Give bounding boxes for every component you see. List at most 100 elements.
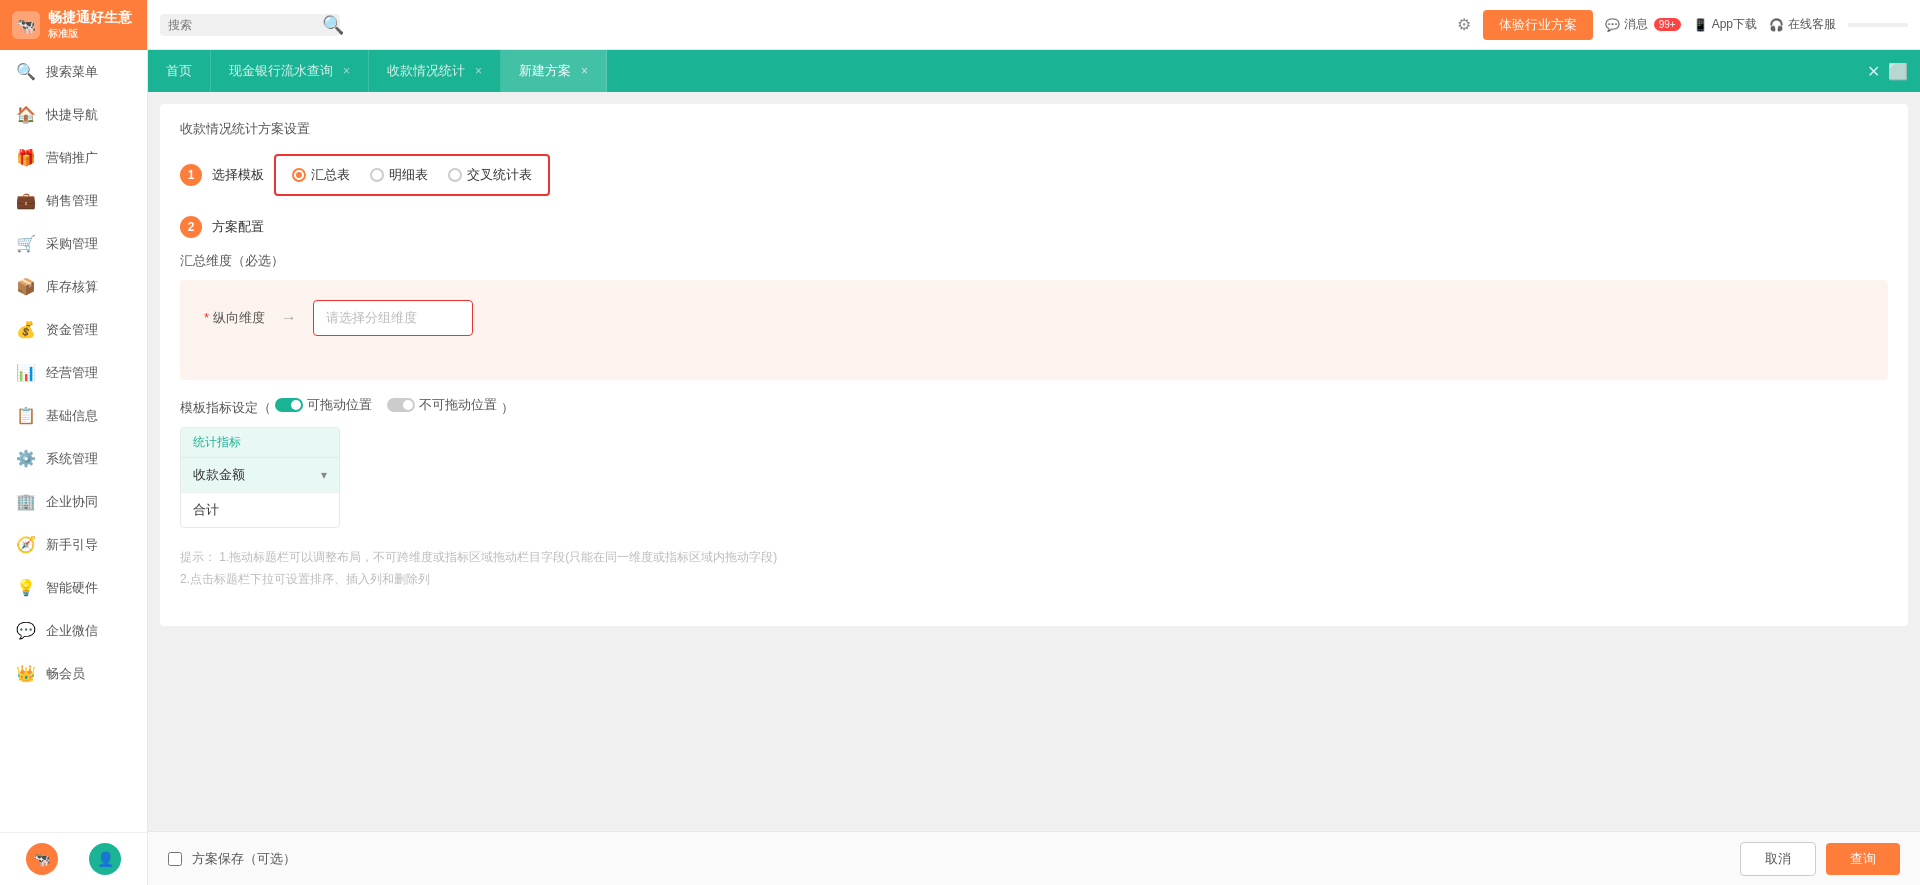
notification-item[interactable]: 💬 消息 99+ — [1605, 16, 1681, 33]
tab-new-plan-close[interactable]: × — [581, 64, 588, 78]
tab-new-plan[interactable]: 新建方案 × — [501, 50, 607, 92]
sidebar-item-label: 企业协同 — [46, 493, 98, 511]
dimension-section-label: 汇总维度（必选） — [180, 252, 1888, 270]
dropdown-arrow-icon[interactable]: ▾ — [321, 468, 327, 482]
indicators-label-text: 模板指标设定（ — [180, 400, 271, 415]
notification-icon: 💬 — [1605, 18, 1620, 32]
sidebar-item-corp[interactable]: 🏢 企业协同 — [0, 480, 147, 523]
support-item[interactable]: 🎧 在线客服 — [1769, 16, 1836, 33]
sidebar-bottom-icon-1[interactable]: 🐄 — [26, 843, 58, 875]
download-label: App下载 — [1712, 16, 1757, 33]
sidebar: 🐄 畅捷通好生意 标准版 🔍 搜索菜单 🏠 快捷导航 🎁 营销推广 💼 销售管理… — [0, 0, 148, 885]
sidebar-item-search[interactable]: 🔍 搜索菜单 — [0, 50, 147, 93]
radio-summary[interactable]: 汇总表 — [292, 166, 350, 184]
home-icon: 🏠 — [16, 105, 36, 124]
tab-receipt-stat[interactable]: 收款情况统计 × — [369, 50, 501, 92]
non-draggable-indicator: 不可拖动位置 — [387, 396, 497, 414]
inventory-icon: 📦 — [16, 277, 36, 296]
gear-icon[interactable]: ⚙ — [1457, 15, 1471, 34]
dimension-select[interactable]: 请选择分组维度 — [313, 300, 473, 336]
username — [1848, 23, 1908, 27]
close-window-icon[interactable]: ✕ — [1867, 62, 1880, 81]
sidebar-item-sales[interactable]: 💼 销售管理 — [0, 179, 147, 222]
tips-area: 提示： 1.拖动标题栏可以调整布局，不可跨维度或指标区域拖动栏目字段(只能在同一… — [180, 547, 1888, 590]
search-icon-inline: 🔍 — [322, 14, 344, 36]
industry-plan-button[interactable]: 体验行业方案 — [1483, 10, 1593, 40]
query-button[interactable]: 查询 — [1826, 843, 1900, 875]
footer: 方案保存（可选） 取消 查询 — [148, 831, 1920, 885]
indicators-header: 统计指标 — [181, 428, 339, 458]
finance-icon: 💰 — [16, 320, 36, 339]
search-input[interactable] — [160, 14, 340, 36]
indicators-cell-total: 合计 — [181, 493, 339, 527]
step1-section: 1 选择模板 汇总表 明细表 — [180, 154, 1888, 196]
sidebar-item-inventory[interactable]: 📦 库存核算 — [0, 265, 147, 308]
sidebar-item-guide[interactable]: 🧭 新手引导 — [0, 523, 147, 566]
radio-summary-label: 汇总表 — [311, 166, 350, 184]
tips-line-2: 2.点击标题栏下拉可设置排序、插入列和删除列 — [180, 569, 1888, 591]
tab-new-plan-label: 新建方案 — [519, 62, 571, 80]
page-title: 收款情况统计方案设置 — [180, 120, 1888, 138]
radio-detail-circle — [370, 168, 384, 182]
draggable-indicator: 可拖动位置 — [275, 396, 372, 414]
tab-home[interactable]: 首页 — [148, 50, 211, 92]
topbar: 🔍 ⚙ 体验行业方案 💬 消息 99+ 📱 App下载 🎧 在线客服 — [148, 0, 1920, 50]
indicators-table: 统计指标 收款金额 ▾ 合计 — [180, 427, 340, 528]
hardware-icon: 💡 — [16, 578, 36, 597]
cancel-button[interactable]: 取消 — [1740, 842, 1816, 876]
tips-line-1: 提示： 1.拖动标题栏可以调整布局，不可跨维度或指标区域拖动栏目字段(只能在同一… — [180, 547, 1888, 569]
sidebar-item-operations[interactable]: 📊 经营管理 — [0, 351, 147, 394]
sidebar-item-hardware[interactable]: 💡 智能硬件 — [0, 566, 147, 609]
radio-detail-label: 明细表 — [389, 166, 428, 184]
step1-num: 1 — [180, 164, 202, 186]
tab-receipt-stat-close[interactable]: × — [475, 64, 482, 78]
sidebar-bottom-icon-2[interactable]: 👤 — [89, 843, 121, 875]
sidebar-item-label: 库存核算 — [46, 278, 98, 296]
template-radio-group: 汇总表 明细表 交叉统计表 — [292, 166, 532, 184]
save-plan-label: 方案保存（可选） — [192, 850, 296, 868]
maximize-window-icon[interactable]: ⬜ — [1888, 62, 1908, 81]
notification-badge: 99+ — [1654, 18, 1681, 31]
operations-icon: 📊 — [16, 363, 36, 382]
tab-bank-flow[interactable]: 现金银行流水查询 × — [211, 50, 369, 92]
radio-cross[interactable]: 交叉统计表 — [448, 166, 532, 184]
sidebar-item-system[interactable]: ⚙️ 系统管理 — [0, 437, 147, 480]
support-icon: 🎧 — [1769, 18, 1784, 32]
dimension-area: * 纵向维度 → 请选择分组维度 — [180, 280, 1888, 380]
sidebar-item-finance[interactable]: 💰 资金管理 — [0, 308, 147, 351]
sidebar-item-marketing[interactable]: 🎁 营销推广 — [0, 136, 147, 179]
sidebar-item-wechat[interactable]: 💬 企业微信 — [0, 609, 147, 652]
indicators-header-label: 统计指标 — [193, 434, 241, 451]
save-plan-checkbox[interactable] — [168, 852, 182, 866]
sidebar-bottom: 🐄 👤 — [0, 832, 147, 885]
sidebar-item-label: 新手引导 — [46, 536, 98, 554]
purchase-icon: 🛒 — [16, 234, 36, 253]
sidebar-item-label: 畅会员 — [46, 665, 85, 683]
sidebar-item-label: 企业微信 — [46, 622, 98, 640]
indicators-cell-amount[interactable]: 收款金额 ▾ — [181, 458, 339, 493]
tab-bank-flow-close[interactable]: × — [343, 64, 350, 78]
logo-sub: 标准版 — [48, 27, 132, 41]
sidebar-item-purchase[interactable]: 🛒 采购管理 — [0, 222, 147, 265]
sidebar-nav: 🔍 搜索菜单 🏠 快捷导航 🎁 营销推广 💼 销售管理 🛒 采购管理 📦 库存核… — [0, 50, 147, 832]
sidebar-item-quick-nav[interactable]: 🏠 快捷导航 — [0, 93, 147, 136]
bracket-close: ） — [501, 400, 514, 415]
download-item[interactable]: 📱 App下载 — [1693, 16, 1757, 33]
system-icon: ⚙️ — [16, 449, 36, 468]
sidebar-item-label: 系统管理 — [46, 450, 98, 468]
dimension-config: 汇总维度（必选） * 纵向维度 → 请选择分组维度 — [180, 252, 1888, 380]
vertical-dimension-row: * 纵向维度 → 请选择分组维度 — [204, 300, 1864, 336]
content-area: 收款情况统计方案设置 1 选择模板 汇总表 — [148, 92, 1920, 831]
step1-label: 选择模板 — [212, 166, 264, 184]
wechat-icon: 💬 — [16, 621, 36, 640]
cell-total-label: 合计 — [193, 502, 219, 517]
indicators-area: 模板指标设定（ 可拖动位置 不可拖动位置 — [180, 396, 1888, 531]
member-icon: 👑 — [16, 664, 36, 683]
sidebar-item-label: 基础信息 — [46, 407, 98, 425]
draggable-label: 可拖动位置 — [307, 396, 372, 414]
search-icon: 🔍 — [16, 62, 36, 81]
sidebar-item-member[interactable]: 👑 畅会员 — [0, 652, 147, 695]
tab-home-label: 首页 — [166, 62, 192, 80]
sidebar-item-basic[interactable]: 📋 基础信息 — [0, 394, 147, 437]
radio-detail[interactable]: 明细表 — [370, 166, 428, 184]
